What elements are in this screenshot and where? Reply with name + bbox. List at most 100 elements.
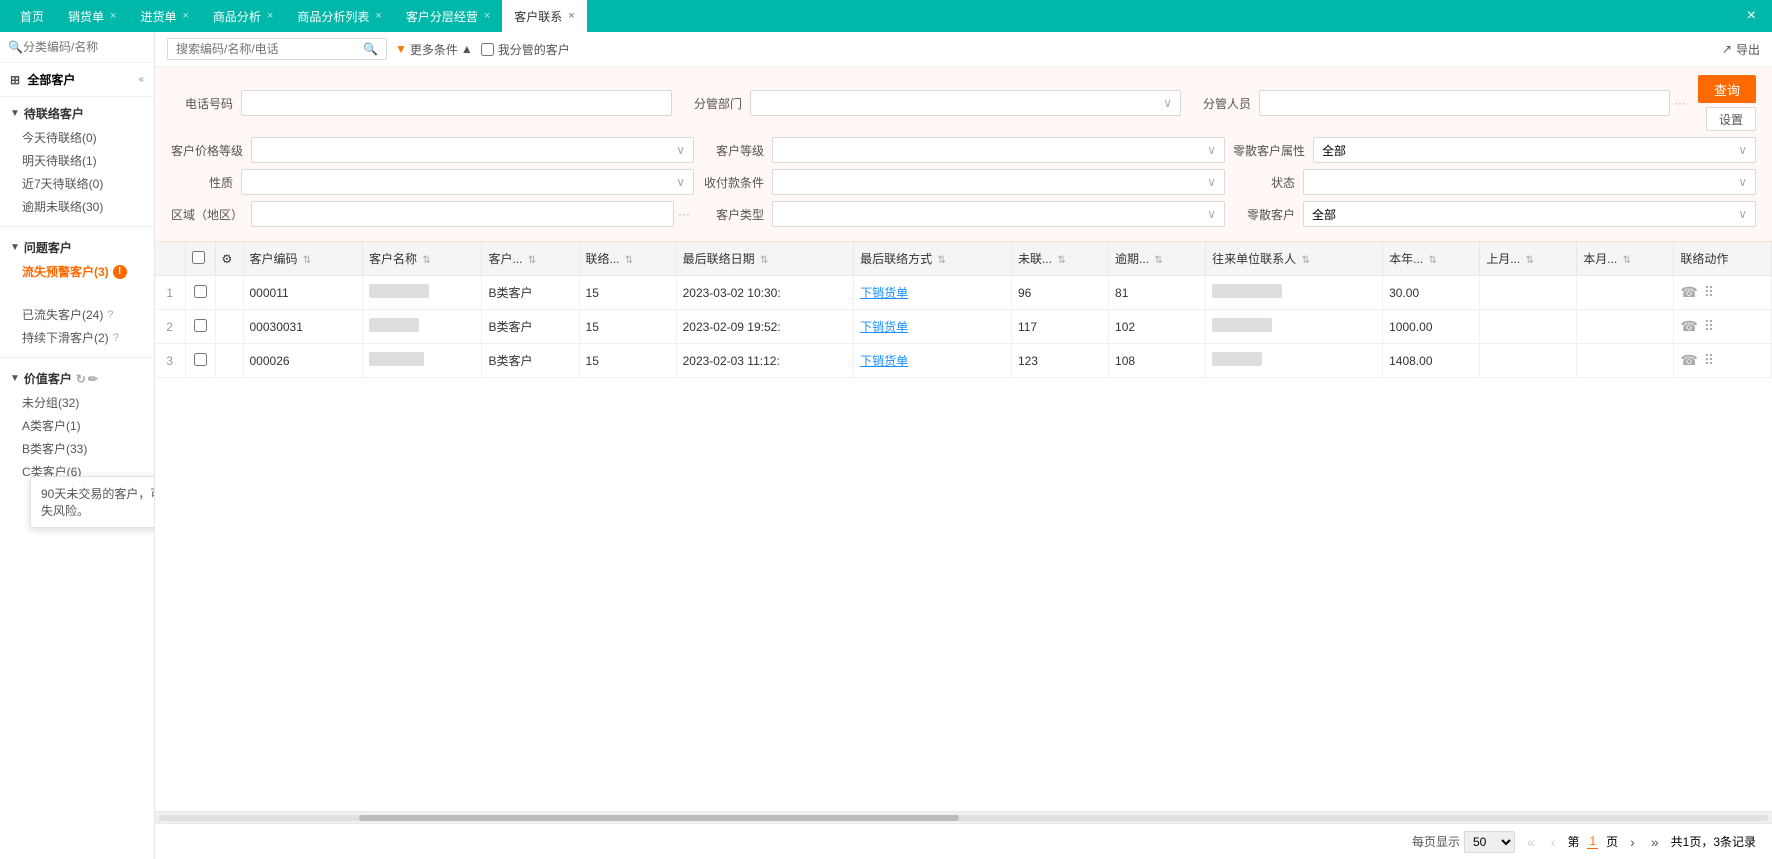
payment-select[interactable]: ∨	[772, 169, 1225, 195]
col-settings[interactable]: ⚙	[215, 242, 243, 276]
sidebar-group-value-title[interactable]: ▼ 价值客户 ↻ ✏	[0, 366, 154, 391]
tab-purchase[interactable]: 进货单 ×	[128, 0, 200, 32]
col-unit-contact[interactable]: 往来单位联系人 ⇅	[1206, 242, 1383, 276]
row-last-way-2[interactable]: 下销货单	[854, 344, 1012, 378]
per-page-select[interactable]: 50 100 200	[1464, 831, 1515, 853]
sidebar-item-ungrouped[interactable]: 未分组(32)	[0, 391, 154, 414]
my-customers-label: 我分管的客户	[498, 41, 570, 58]
select-all-checkbox[interactable]	[192, 251, 205, 264]
last-way-link-0[interactable]: 下销货单	[860, 286, 908, 300]
tab-customer-tier[interactable]: 客户分层经营 ×	[394, 0, 502, 32]
row-checkbox-1[interactable]	[185, 310, 215, 344]
sidebar-all-customers[interactable]: ⊞ 全部客户 «	[0, 63, 154, 97]
prev-page-button[interactable]: ‹	[1547, 832, 1560, 852]
region-select[interactable]	[251, 201, 674, 227]
sidebar-item-b-class[interactable]: B类客户(33)	[0, 437, 154, 460]
row-checkbox-2[interactable]	[185, 344, 215, 378]
col-name-label: 客户名称	[369, 252, 417, 266]
col-last-month[interactable]: 上月... ⇅	[1480, 242, 1577, 276]
tab-sales-close[interactable]: ×	[110, 10, 116, 22]
tab-sales[interactable]: 销货单 ×	[56, 0, 128, 32]
person-dots-icon[interactable]: ···	[1670, 96, 1690, 110]
action-contact-icon-2[interactable]: ☎	[1680, 352, 1697, 369]
row-select-checkbox-0[interactable]	[194, 285, 207, 298]
value-edit-icon[interactable]: ✏	[88, 372, 98, 386]
sidebar-item-tomorrow-contact[interactable]: 明天待联络(1)	[0, 149, 154, 172]
export-button[interactable]: ↗ 导出	[1722, 41, 1760, 58]
action-more-icon-1[interactable]: ⠿	[1704, 318, 1714, 335]
sidebar-item-already-churn[interactable]: 已流失客户(24) ?	[0, 303, 154, 326]
col-code[interactable]: 客户编码 ⇅	[243, 242, 362, 276]
customer-type-select[interactable]: ∨	[772, 201, 1225, 227]
tab-customer-link-close[interactable]: ×	[568, 10, 574, 22]
region-dots-icon[interactable]: ···	[674, 207, 694, 221]
action-contact-icon-1[interactable]: ☎	[1680, 318, 1697, 335]
col-overdue-sort-icon: ⇅	[1154, 255, 1162, 266]
col-last-way[interactable]: 最后联络方式 ⇅	[854, 242, 1012, 276]
row-action-2: ☎ ⠿	[1674, 344, 1772, 378]
tab-analysis-list[interactable]: 商品分析列表 ×	[285, 0, 393, 32]
row-last-way-0[interactable]: 下销货单	[854, 276, 1012, 310]
col-no-contact[interactable]: 未联... ⇅	[1011, 242, 1108, 276]
last-way-link-2[interactable]: 下销货单	[860, 354, 908, 368]
next-page-button[interactable]: ›	[1626, 832, 1639, 852]
tab-analysis-close[interactable]: ×	[267, 10, 273, 22]
tab-analysis[interactable]: 商品分析 ×	[201, 0, 285, 32]
nature-select[interactable]: ∨	[241, 169, 694, 195]
sidebar-item-a-class[interactable]: A类客户(1)	[0, 414, 154, 437]
row-last-way-1[interactable]: 下销货单	[854, 310, 1012, 344]
sidebar-group-churn-title[interactable]: ▼ 问题客户	[0, 235, 154, 260]
sidebar-search-input[interactable]	[23, 40, 155, 54]
scatter-customer-select[interactable]: 全部 ∨	[1303, 201, 1756, 227]
b-class-label: B类客户(33)	[22, 440, 87, 457]
col-last-date[interactable]: 最后联络日期 ⇅	[676, 242, 854, 276]
first-page-button[interactable]: «	[1523, 832, 1539, 852]
action-more-icon-2[interactable]: ⠿	[1704, 352, 1714, 369]
sidebar-item-week-contact[interactable]: 近7天待联络(0)	[0, 172, 154, 195]
col-contact-sort-icon: ⇅	[625, 255, 633, 266]
horizontal-scrollbar[interactable]	[155, 811, 1772, 823]
col-this-month[interactable]: 本月... ⇅	[1577, 242, 1674, 276]
last-way-link-1[interactable]: 下销货单	[860, 320, 908, 334]
status-select[interactable]: ∨	[1303, 169, 1756, 195]
col-year[interactable]: 本年... ⇅	[1383, 242, 1480, 276]
action-contact-icon-0[interactable]: ☎	[1680, 284, 1697, 301]
row-select-checkbox-1[interactable]	[194, 319, 207, 332]
customer-grade-select[interactable]: ∨	[772, 137, 1225, 163]
phone-input[interactable]	[241, 90, 672, 116]
dept-select[interactable]: ∨	[750, 90, 1181, 116]
sidebar-item-today-contact[interactable]: 今天待联络(0)	[0, 126, 154, 149]
tab-customer-link[interactable]: 客户联系 ×	[502, 0, 586, 32]
settings-button[interactable]: 设置	[1706, 107, 1756, 131]
row-checkbox-0[interactable]	[185, 276, 215, 310]
col-name[interactable]: 客户名称 ⇅	[362, 242, 481, 276]
action-more-icon-0[interactable]: ⠿	[1704, 284, 1714, 301]
sidebar-item-overdue-contact[interactable]: 逾期未联络(30)	[0, 195, 154, 218]
tab-home[interactable]: 首页	[8, 0, 56, 32]
tab-customer-tier-close[interactable]: ×	[484, 10, 490, 22]
last-page-button[interactable]: »	[1647, 832, 1663, 852]
col-contact[interactable]: 联络... ⇅	[579, 242, 676, 276]
filter-search-icon[interactable]: 🔍	[363, 42, 378, 56]
tab-purchase-close[interactable]: ×	[182, 10, 188, 22]
sidebar-group-pending-title[interactable]: ▼ 待联络客户	[0, 101, 154, 126]
filter-phone: 电话号码	[171, 90, 672, 116]
window-close-button[interactable]: ×	[1739, 7, 1764, 25]
col-checkbox[interactable]	[185, 242, 215, 276]
row-select-checkbox-2[interactable]	[194, 353, 207, 366]
scatter-attr-select[interactable]: 全部 ∨	[1313, 137, 1756, 163]
my-customers-checkbox[interactable]	[481, 43, 494, 56]
sidebar-item-churn-warning[interactable]: 流失预警客户(3) !	[0, 260, 154, 283]
col-overdue[interactable]: 逾期... ⇅	[1109, 242, 1206, 276]
sidebar-item-declining[interactable]: 持续下滑客户(2) ?	[0, 326, 154, 349]
col-type[interactable]: 客户... ⇅	[482, 242, 579, 276]
tab-analysis-list-close[interactable]: ×	[375, 10, 381, 22]
filter-more-conditions[interactable]: ▼ 更多条件 ▲	[395, 41, 473, 58]
filter-search-input[interactable]	[176, 42, 363, 56]
price-grade-select[interactable]: ∨	[251, 137, 694, 163]
value-refresh-icon[interactable]: ↻	[76, 372, 86, 386]
scrollbar-thumb[interactable]	[359, 815, 959, 821]
row-this-month-2	[1577, 344, 1674, 378]
query-button[interactable]: 查询	[1698, 75, 1756, 103]
person-select[interactable]	[1259, 90, 1670, 116]
